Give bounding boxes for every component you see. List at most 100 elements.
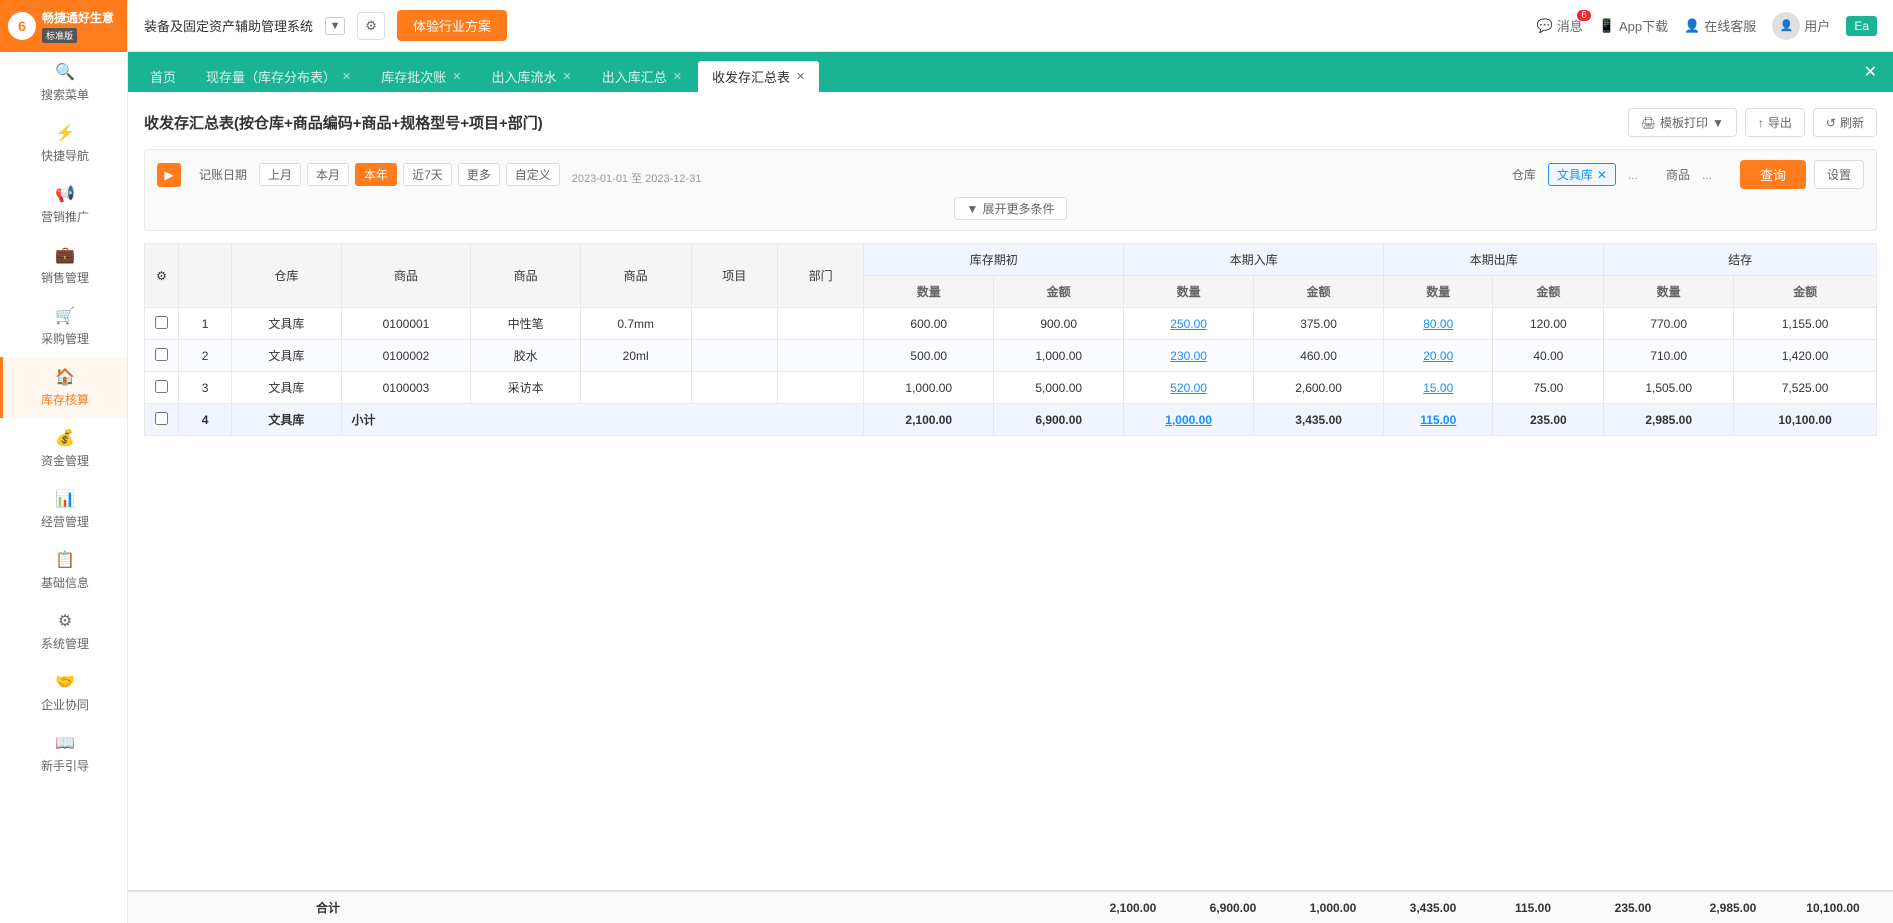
marketing-icon: 📢 [55, 184, 75, 204]
sub-bal-qty: 数量 [1604, 276, 1734, 308]
subtotal-checkbox[interactable] [145, 404, 179, 436]
sidebar-item-purchase[interactable]: 🛒 采购管理 [0, 296, 127, 357]
cell-out-qty-1[interactable]: 20.00 [1384, 340, 1493, 372]
tab-close-stock-dist[interactable]: ✕ [342, 70, 351, 83]
date-btn-this-year[interactable]: 本年 [355, 163, 397, 186]
cell-open-amt-1: 1,000.00 [994, 340, 1124, 372]
refresh-icon: ↺ [1826, 116, 1836, 130]
subtotal-checkbox-input[interactable] [155, 412, 168, 425]
tab-close-recv-send[interactable]: ✕ [796, 70, 805, 83]
sidebar-label-marketing: 营销推广 [41, 208, 89, 225]
cell-checkbox-0[interactable] [145, 308, 179, 340]
col-bal-header: 结存 [1604, 244, 1877, 276]
subtotal-row: 4 文具库 小计 2,100.00 6,900.00 1,000.00 3,43… [145, 404, 1877, 436]
sidebar-item-marketing[interactable]: 📢 营销推广 [0, 174, 127, 235]
tab-home[interactable]: 首页 [136, 61, 190, 92]
date-btn-7days[interactable]: 近7天 [403, 163, 452, 186]
tab-stock-dist[interactable]: 现存量（库存分布表）✕ [192, 61, 365, 92]
cell-num-2: 3 [179, 372, 232, 404]
tab-close-summary-inout[interactable]: ✕ [673, 70, 682, 83]
cell-out-qty-0[interactable]: 80.00 [1384, 308, 1493, 340]
col-dept-header: 部门 [777, 244, 863, 308]
refresh-btn[interactable]: ↺ 刷新 [1813, 108, 1877, 137]
main-content: 装备及固定资产辅助管理系统 ▼ ⚙ 体验行业方案 💬 消息 6 📱 App下载 … [128, 0, 1893, 923]
cell-checkbox-1[interactable] [145, 340, 179, 372]
collab-icon: 🤝 [55, 672, 75, 692]
sidebar-item-finance[interactable]: 💰 资金管理 [0, 418, 127, 479]
tab-close-batch[interactable]: ✕ [452, 70, 461, 83]
sidebar-item-search[interactable]: 🔍 搜索菜单 [0, 52, 127, 113]
tab-label-summary-inout: 出入库汇总 [602, 67, 667, 86]
system-select-arrow[interactable]: ▼ [325, 17, 345, 35]
system-title: 装备及固定资产辅助管理系统 [144, 16, 313, 35]
cell-out-amt-2: 75.00 [1493, 372, 1604, 404]
tab-close-flow[interactable]: ✕ [563, 70, 572, 83]
col-settings-btn[interactable]: ⚙ [145, 244, 179, 308]
cell-in-qty-2[interactable]: 520.00 [1124, 372, 1254, 404]
date-btn-custom[interactable]: 自定义 [506, 163, 560, 186]
sidebar-item-quick[interactable]: ⚡ 快捷导航 [0, 113, 127, 174]
sidebar-item-operations[interactable]: 📊 经营管理 [0, 479, 127, 540]
cell-bal-qty-0: 770.00 [1604, 308, 1734, 340]
sidebar-label-quick: 快捷导航 [41, 147, 89, 164]
tab-recv-send[interactable]: 收发存汇总表✕ [698, 61, 819, 92]
print-btn[interactable]: 🖨 模板打印 ▼ [1628, 108, 1737, 137]
cell-open-qty-0: 600.00 [864, 308, 994, 340]
online-service-btn[interactable]: 👤 在线客服 [1684, 16, 1756, 35]
settings-btn[interactable]: ⚙ [357, 12, 385, 40]
page-header: 收发存汇总表(按仓库+商品编码+商品+规格型号+项目+部门) 🖨 模板打印 ▼ … [144, 108, 1877, 137]
sidebar-item-inventory[interactable]: 🏠 库存核算 [0, 357, 127, 418]
cell-in-amt-1: 460.00 [1254, 340, 1384, 372]
date-btn-this-month[interactable]: 本月 [307, 163, 349, 186]
trial-btn[interactable]: 体验行业方案 [397, 10, 507, 41]
col-open-header: 库存期初 [864, 244, 1124, 276]
sales-icon: 💼 [55, 245, 75, 265]
message-btn[interactable]: 💬 消息 6 [1537, 16, 1583, 35]
subtotal-open-amt: 6,900.00 [994, 404, 1124, 436]
app-download-btn[interactable]: 📱 App下载 [1599, 16, 1668, 35]
sidebar-item-guide[interactable]: 📖 新手引导 [0, 723, 127, 784]
cell-out-qty-2[interactable]: 15.00 [1384, 372, 1493, 404]
sidebar-item-sales[interactable]: 💼 销售管理 [0, 235, 127, 296]
sub-open-amt: 金额 [994, 276, 1124, 308]
cell-dept-2 [777, 372, 863, 404]
cell-bal-amt-0: 1,155.00 [1734, 308, 1877, 340]
sidebar-item-basic[interactable]: 📋 基础信息 [0, 540, 127, 601]
tab-batch[interactable]: 库存批次账✕ [367, 61, 475, 92]
subtotal-warehouse: 文具库 [232, 404, 341, 436]
cell-num-0: 1 [179, 308, 232, 340]
row-checkbox-2[interactable] [155, 380, 168, 393]
cell-in-qty-1[interactable]: 230.00 [1124, 340, 1254, 372]
footer-total-bar: 合计 2,100.006,900.001,000.003,435.00115.0… [128, 890, 1893, 923]
print-icon: 🖨 [1641, 116, 1656, 130]
warehouse-ellipsis[interactable]: ... [1628, 168, 1638, 182]
purchase-icon: 🛒 [55, 306, 75, 326]
row-checkbox-1[interactable] [155, 348, 168, 361]
filter-settings-btn[interactable]: 设置 [1814, 160, 1864, 189]
date-btn-more[interactable]: 更多 [458, 163, 500, 186]
expand-row: ▼ 展开更多条件 [157, 197, 1864, 220]
tab-flow[interactable]: 出入库流水✕ [477, 61, 585, 92]
date-btn-prev-month[interactable]: 上月 [259, 163, 301, 186]
system-icon: ⚙ [58, 611, 72, 631]
cell-in-qty-0[interactable]: 250.00 [1124, 308, 1254, 340]
sidebar-label-guide: 新手引导 [41, 757, 89, 774]
user-menu[interactable]: 👤 用户 [1772, 12, 1830, 40]
sub-out-amt: 金额 [1493, 276, 1604, 308]
query-btn[interactable]: 查询 [1740, 160, 1806, 189]
sidebar-item-collab[interactable]: 🤝 企业协同 [0, 662, 127, 723]
tab-summary-inout[interactable]: 出入库汇总 ✕ [588, 61, 696, 92]
goods-ellipsis[interactable]: ... [1702, 168, 1712, 182]
sidebar: 6 畅捷通好生意 标准版 🔍 搜索菜单 ⚡ 快捷导航 📢 营销推广 💼 销售管理… [0, 0, 128, 923]
expand-btn[interactable]: ▼ 展开更多条件 [954, 197, 1068, 220]
tabbar-close-btn[interactable]: ✕ [1856, 58, 1885, 86]
filter-toggle[interactable]: ▶ [157, 163, 181, 187]
row-checkbox-0[interactable] [155, 316, 168, 329]
sidebar-label-collab: 企业协同 [41, 696, 89, 713]
export-btn[interactable]: ↑ 导出 [1745, 108, 1805, 137]
cell-checkbox-2[interactable] [145, 372, 179, 404]
cell-dept-1 [777, 340, 863, 372]
warehouse-tag-remove[interactable]: ✕ [1597, 168, 1607, 182]
date-range: 2023-01-01 至 2023-12-31 [572, 170, 702, 186]
sidebar-item-system[interactable]: ⚙ 系统管理 [0, 601, 127, 662]
